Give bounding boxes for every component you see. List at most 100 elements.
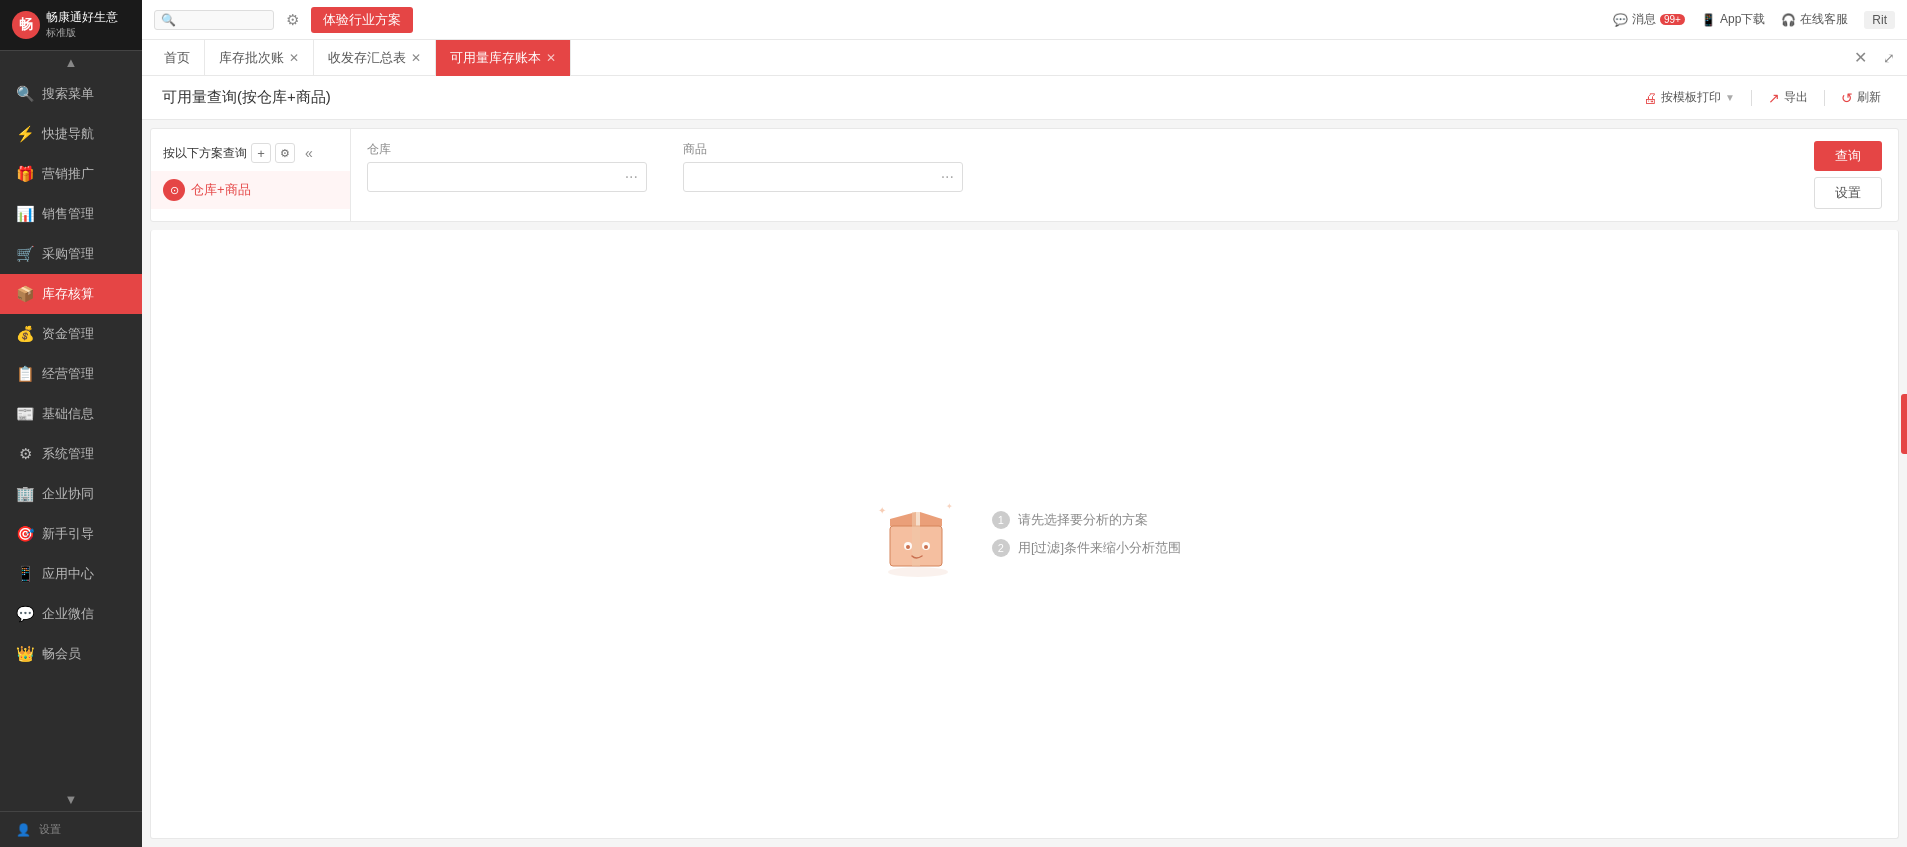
svg-point-0 [888,567,948,577]
message-btn[interactable]: 💬 消息 99+ [1613,11,1685,28]
tip-text-1: 请先选择要分析的方案 [1018,511,1148,529]
tip-text-2: 用[过滤]条件来缩小分析范围 [1018,539,1181,557]
scheme-item-icon: ⊙ [163,179,185,201]
crown-icon: 👑 [16,645,34,663]
sidebar-item-label: 系统管理 [42,445,94,463]
sidebar-item-appcenter[interactable]: 📱 应用中心 [0,554,142,594]
scheme-add-btn[interactable]: + [251,143,271,163]
empty-tip-1: 1 请先选择要分析的方案 [992,511,1181,529]
export-btn[interactable]: ↗ 导出 [1762,86,1814,109]
lightning-icon: ⚡ [16,125,34,143]
sidebar-item-purchase[interactable]: 🛒 采购管理 [0,234,142,274]
sidebar-item-marketing[interactable]: 🎁 营销推广 [0,154,142,194]
sidebar-item-label: 企业微信 [42,605,94,623]
gear-icon: ⚙ [16,445,34,463]
page-title: 可用量查询(按仓库+商品) [162,88,331,107]
wechat-icon: 💬 [16,605,34,623]
page-header: 可用量查询(按仓库+商品) 🖨 按模板打印 ▼ ↗ 导出 ↺ 刷新 [142,76,1907,120]
refresh-btn[interactable]: ↺ 刷新 [1835,86,1887,109]
filter-panel: 仓库 ··· 商品 ··· [351,129,1798,221]
tab-available-qty-close[interactable]: ✕ [546,52,556,64]
query-btn[interactable]: 查询 [1814,141,1882,171]
warehouse-input-box[interactable]: ··· [367,162,647,192]
product-more-icon[interactable]: ··· [941,168,954,186]
sidebar: 畅 畅康通好生意 标准版 ▲ 🔍 搜索菜单 ⚡ 快捷导航 🎁 营销推广 📊 销售… [0,0,142,847]
window-close-btn[interactable]: ✕ [1850,48,1871,67]
scheme-title: 按以下方案查询 [163,145,247,162]
tab-home-label: 首页 [164,49,190,67]
doc-icon: 📰 [16,405,34,423]
app-label: App下载 [1720,11,1765,28]
settings-icon[interactable]: ⚙ [282,9,303,31]
sidebar-item-label: 采购管理 [42,245,94,263]
tab-recv-summary[interactable]: 收发存汇总表 ✕ [314,40,436,76]
sidebar-item-system[interactable]: ⚙ 系统管理 [0,434,142,474]
sidebar-item-shortcut[interactable]: ⚡ 快捷导航 [0,114,142,154]
product-filter-group: 商品 ··· [683,141,983,192]
page-actions: 🖨 按模板打印 ▼ ↗ 导出 ↺ 刷新 [1637,86,1887,109]
building-icon: 🏢 [16,485,34,503]
tab-batch-ledger[interactable]: 库存批次账 ✕ [205,40,314,76]
target-icon: 🎯 [16,525,34,543]
sidebar-item-label: 新手引导 [42,525,94,543]
warehouse-input[interactable] [376,170,621,185]
tab-batch-ledger-close[interactable]: ✕ [289,52,299,64]
svg-text:✦: ✦ [878,505,886,516]
scheme-manage-btn[interactable]: ⚙ [275,143,295,163]
tab-home[interactable]: 首页 [150,40,205,76]
sidebar-item-wechat[interactable]: 💬 企业微信 [0,594,142,634]
search-input[interactable] [180,13,260,27]
sidebar-item-operation[interactable]: 📋 经营管理 [0,354,142,394]
scheme-collapse-btn[interactable]: « [299,143,319,163]
warehouse-more-icon[interactable]: ··· [625,168,638,186]
scheme-header: 按以下方案查询 + ⚙ « [151,139,350,171]
refresh-label: 刷新 [1857,89,1881,106]
sidebar-scroll-up[interactable]: ▲ [0,51,142,74]
footer-label: 设置 [39,822,61,837]
box-icon: 📦 [16,285,34,303]
sidebar-item-label: 搜索菜单 [42,85,94,103]
settings-btn[interactable]: 设置 [1814,177,1882,209]
window-expand-btn[interactable]: ⤢ [1879,50,1899,66]
sidebar-scroll-down[interactable]: ▼ [0,788,142,811]
scheme-warehouse-product[interactable]: ⊙ 仓库+商品 [151,171,350,209]
search-icon: 🔍 [161,13,176,27]
headset-icon: 🎧 [1781,13,1796,27]
industry-btn[interactable]: 体验行业方案 [311,7,413,33]
product-input-box[interactable]: ··· [683,162,963,192]
sidebar-item-label: 销售管理 [42,205,94,223]
tip-num-2: 2 [992,539,1010,557]
sidebar-item-finance[interactable]: 💰 资金管理 [0,314,142,354]
query-area: 按以下方案查询 + ⚙ « ⊙ 仓库+商品 仓库 ··· [150,128,1899,222]
user-profile[interactable]: Rit [1864,11,1895,29]
tab-recv-summary-close[interactable]: ✕ [411,52,421,64]
product-input[interactable] [692,170,937,185]
sidebar-item-label: 企业协同 [42,485,94,503]
sidebar-item-newbie[interactable]: 🎯 新手引导 [0,514,142,554]
sidebar-item-inventory[interactable]: 📦 库存核算 [0,274,142,314]
divider [1751,90,1752,106]
svg-point-8 [906,545,910,549]
right-scroll-hint [1901,394,1907,454]
tab-available-qty[interactable]: 可用量库存账本 ✕ [436,40,571,76]
scheme-item-label: 仓库+商品 [191,181,251,199]
username-text: Rit [1872,13,1887,27]
message-badge: 99+ [1660,14,1685,25]
sidebar-item-member[interactable]: 👑 畅会员 [0,634,142,674]
sidebar-item-enterprise[interactable]: 🏢 企业协同 [0,474,142,514]
report-icon: 📋 [16,365,34,383]
empty-tip-2: 2 用[过滤]条件来缩小分析范围 [992,539,1181,557]
print-template-btn[interactable]: 🖨 按模板打印 ▼ [1637,86,1741,109]
app-download-btn[interactable]: 📱 App下载 [1701,11,1765,28]
sidebar-item-search[interactable]: 🔍 搜索菜单 [0,74,142,114]
content-area: 可用量查询(按仓库+商品) 🖨 按模板打印 ▼ ↗ 导出 ↺ 刷新 [142,76,1907,847]
topbar: 🔍 ⚙ 体验行业方案 💬 消息 99+ 📱 App下载 🎧 在线客服 Rit [142,0,1907,40]
sidebar-item-base[interactable]: 📰 基础信息 [0,394,142,434]
message-label: 消息 [1632,11,1656,28]
empty-tips: 1 请先选择要分析的方案 2 用[过滤]条件来缩小分析范围 [992,511,1181,557]
svg-text:✦: ✦ [946,502,953,511]
service-btn[interactable]: 🎧 在线客服 [1781,11,1848,28]
svg-point-9 [924,545,928,549]
sidebar-item-sales[interactable]: 📊 销售管理 [0,194,142,234]
topbar-search-box[interactable]: 🔍 [154,10,274,30]
